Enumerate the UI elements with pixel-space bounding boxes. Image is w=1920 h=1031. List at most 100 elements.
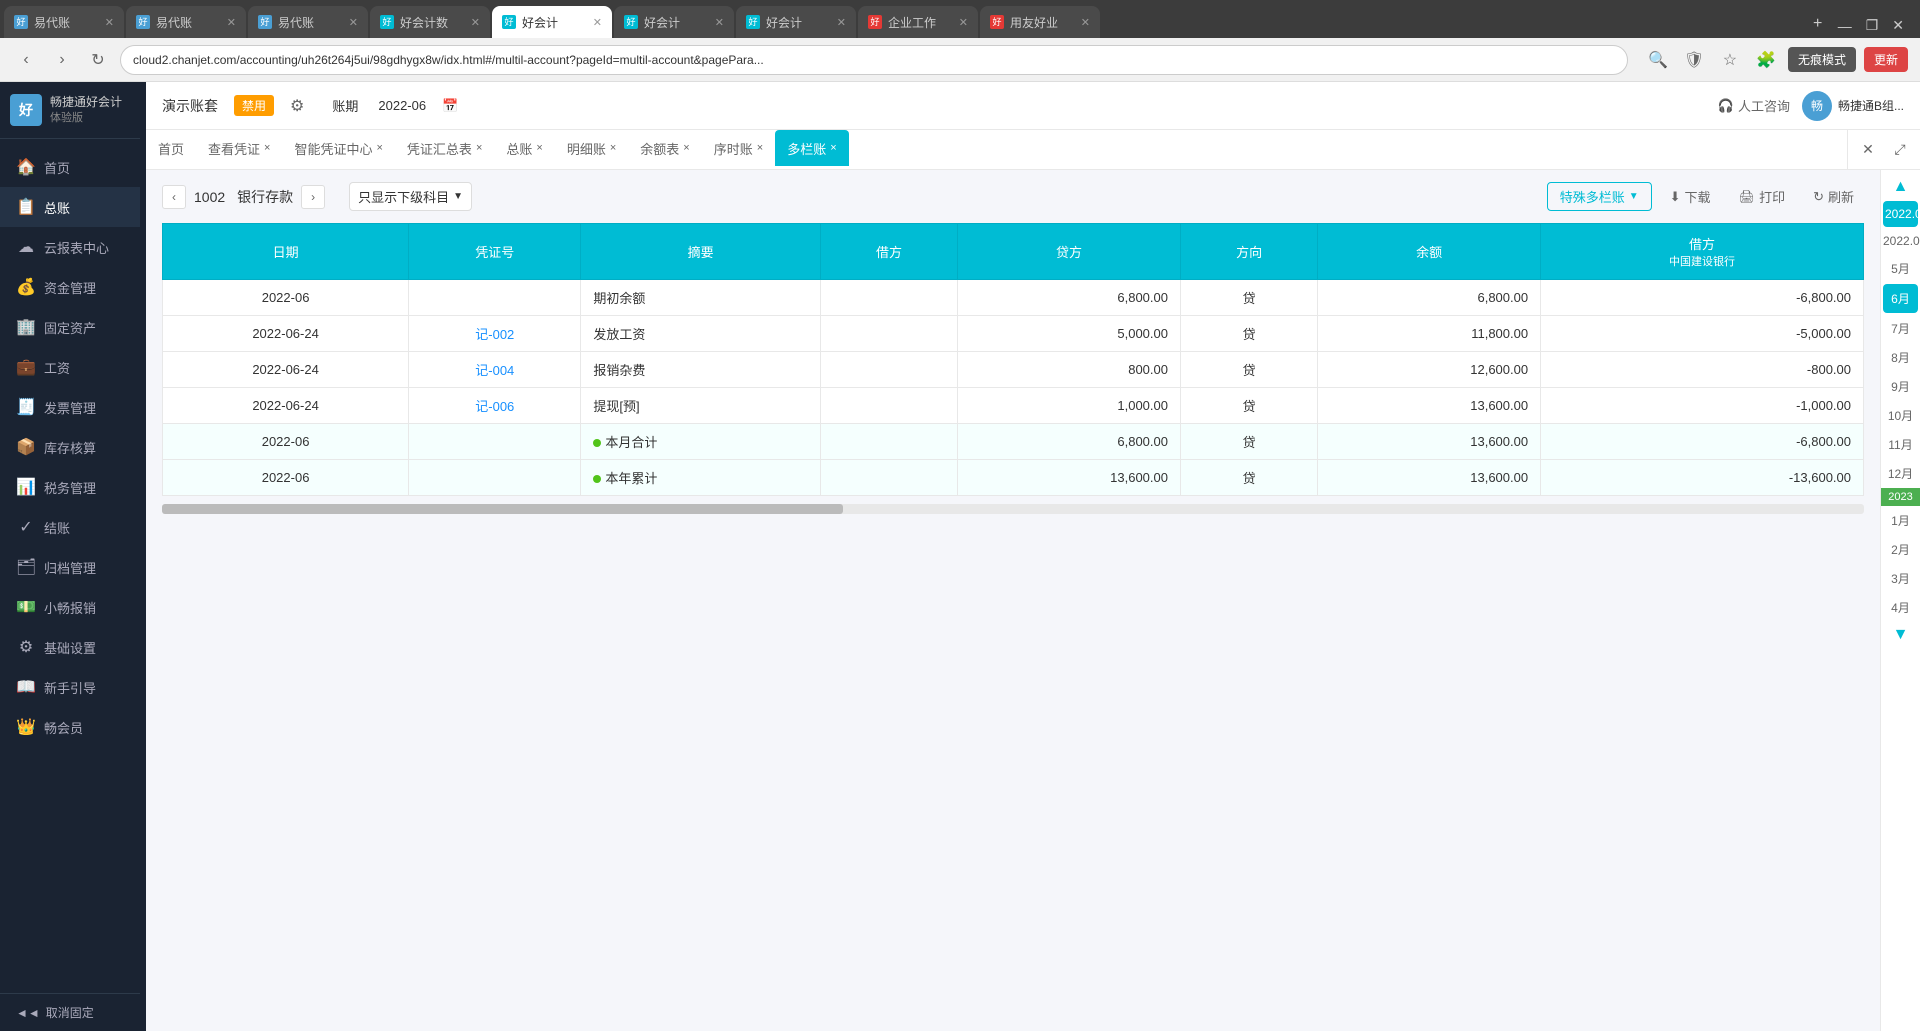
- tab-close-8[interactable]: ✕: [1081, 16, 1090, 29]
- tab-close-5[interactable]: ✕: [715, 16, 724, 29]
- refresh-button[interactable]: ↻ 刷新: [1803, 183, 1864, 210]
- consult-button[interactable]: 🎧 人工咨询: [1718, 96, 1790, 115]
- browser-tab-1[interactable]: 好 易代账 ✕: [126, 6, 246, 38]
- calendar-icon[interactable]: 📅: [442, 98, 458, 114]
- page-tab-0[interactable]: 首页: [146, 130, 196, 166]
- page-tab-7[interactable]: 序时账×: [702, 130, 775, 166]
- time-item-6[interactable]: 9月: [1881, 372, 1920, 401]
- restore-button[interactable]: ❐: [1862, 13, 1883, 38]
- scroll-thumb[interactable]: [162, 504, 843, 514]
- page-tab-8[interactable]: 多栏账×: [775, 130, 848, 166]
- time-item-13[interactable]: 3月: [1881, 564, 1920, 593]
- address-input[interactable]: [120, 45, 1628, 75]
- time-item-10[interactable]: 2023: [1881, 488, 1920, 506]
- expand-panel-button[interactable]: ⤢: [1886, 136, 1914, 164]
- sidebar-item-首页[interactable]: 🏠 首页: [0, 147, 140, 187]
- page-tab-6[interactable]: 余额表×: [628, 130, 701, 166]
- time-item-5[interactable]: 8月: [1881, 343, 1920, 372]
- voucher-link-1[interactable]: 记-002: [475, 327, 514, 342]
- shield-icon[interactable]: 🛡: [1680, 46, 1708, 74]
- page-tab-5[interactable]: 明细账×: [555, 130, 628, 166]
- sidebar-item-发票管理[interactable]: 🧾 发票管理: [0, 387, 140, 427]
- sidebar-item-资金管理[interactable]: 💰 资金管理: [0, 267, 140, 307]
- update-button[interactable]: 更新: [1864, 47, 1908, 72]
- voucher-link-2[interactable]: 记-004: [475, 363, 514, 378]
- time-item-4[interactable]: 7月: [1881, 314, 1920, 343]
- time-item-1[interactable]: 2022.06: [1881, 228, 1920, 254]
- tab-close-3[interactable]: ✕: [471, 16, 480, 29]
- time-item-2[interactable]: 5月: [1881, 254, 1920, 283]
- browser-tab-0[interactable]: 好 易代账 ✕: [4, 6, 124, 38]
- time-item-8[interactable]: 11月: [1881, 430, 1920, 459]
- settings-icon[interactable]: ⚙: [290, 96, 304, 116]
- sidebar-footer[interactable]: ◄◄ 取消固定: [0, 993, 140, 1031]
- sidebar-item-基础设置[interactable]: ⚙ 基础设置: [0, 627, 140, 667]
- browser-tab-7[interactable]: 好 企业工作 ✕: [858, 6, 978, 38]
- tab-close-1[interactable]: ✕: [227, 16, 236, 29]
- sidebar-item-小畅报销[interactable]: 💵 小畅报销: [0, 587, 140, 627]
- reload-button[interactable]: ↻: [84, 46, 112, 74]
- voucher-link-3[interactable]: 记-006: [475, 399, 514, 414]
- sidebar-item-库存核算[interactable]: 📦 库存核算: [0, 427, 140, 467]
- time-item-11[interactable]: 1月: [1881, 506, 1920, 535]
- page-tab-close-6[interactable]: ×: [683, 142, 689, 154]
- close-window-button[interactable]: ✕: [1888, 13, 1908, 38]
- tab-close-0[interactable]: ✕: [105, 16, 114, 29]
- special-multi-button[interactable]: 特殊多栏账 ▼: [1547, 182, 1652, 211]
- cell-r3-c1[interactable]: 记-006: [409, 388, 581, 424]
- tab-close-4[interactable]: ✕: [593, 16, 602, 29]
- time-item-3[interactable]: 6月: [1883, 284, 1918, 313]
- search-icon[interactable]: 🔍: [1644, 46, 1672, 74]
- sidebar-item-固定资产[interactable]: 🏢 固定资产: [0, 307, 140, 347]
- next-account-button[interactable]: ›: [301, 185, 325, 209]
- tab-close-2[interactable]: ✕: [349, 16, 358, 29]
- print-button[interactable]: 🖨 打印: [1729, 183, 1796, 210]
- bookmark-icon[interactable]: ☆: [1716, 46, 1744, 74]
- browser-tab-3[interactable]: 好 好会计数 ✕: [370, 6, 490, 38]
- time-item-14[interactable]: 4月: [1881, 593, 1920, 622]
- user-info[interactable]: 畅 畅捷通B组...: [1802, 91, 1904, 121]
- page-tab-close-2[interactable]: ×: [376, 142, 382, 154]
- time-scroll-down[interactable]: ▼: [1889, 622, 1913, 648]
- browser-tab-4[interactable]: 好 好会计 ✕: [492, 6, 612, 38]
- time-item-12[interactable]: 2月: [1881, 535, 1920, 564]
- tab-close-6[interactable]: ✕: [837, 16, 846, 29]
- page-tab-2[interactable]: 智能凭证中心×: [282, 130, 394, 166]
- sidebar-item-工资[interactable]: 💼 工资: [0, 347, 140, 387]
- download-button[interactable]: ⬇ 下载: [1660, 183, 1721, 210]
- sidebar-item-结账[interactable]: ✓ 结账: [0, 507, 140, 547]
- account-filter-dropdown[interactable]: 只显示下级科目 ▼: [349, 182, 472, 211]
- page-tab-3[interactable]: 凭证汇总表×: [395, 130, 494, 166]
- minimize-button[interactable]: —: [1834, 14, 1856, 38]
- browser-tab-2[interactable]: 好 易代账 ✕: [248, 6, 368, 38]
- time-item-0[interactable]: 2022.06: [1883, 201, 1918, 227]
- horizontal-scrollbar[interactable]: [162, 504, 1864, 514]
- sidebar-item-云报表中心[interactable]: ☁ 云报表中心: [0, 227, 140, 267]
- time-scroll-up[interactable]: ▲: [1889, 174, 1913, 200]
- cell-r1-c1[interactable]: 记-002: [409, 316, 581, 352]
- sidebar-item-新手引导[interactable]: 📖 新手引导: [0, 667, 140, 707]
- prev-account-button[interactable]: ‹: [162, 185, 186, 209]
- page-tab-close-3[interactable]: ×: [476, 142, 482, 154]
- time-item-7[interactable]: 10月: [1881, 401, 1920, 430]
- browser-tab-5[interactable]: 好 好会计 ✕: [614, 6, 734, 38]
- back-button[interactable]: ‹: [12, 46, 40, 74]
- pin-button[interactable]: ◄◄ 取消固定: [16, 1004, 124, 1021]
- new-tab-button[interactable]: +: [1804, 10, 1832, 38]
- page-tab-close-4[interactable]: ×: [536, 142, 542, 154]
- page-tab-close-5[interactable]: ×: [610, 142, 616, 154]
- cell-r2-c1[interactable]: 记-004: [409, 352, 581, 388]
- page-tab-close-7[interactable]: ×: [757, 142, 763, 154]
- sidebar-item-畅会员[interactable]: 👑 畅会员: [0, 707, 140, 747]
- page-tab-4[interactable]: 总账×: [494, 130, 554, 166]
- sidebar-item-归档管理[interactable]: 🗂 归档管理: [0, 547, 140, 587]
- sidebar-item-总账[interactable]: 📋 总账: [0, 187, 140, 227]
- forward-button[interactable]: ›: [48, 46, 76, 74]
- browser-tab-6[interactable]: 好 好会计 ✕: [736, 6, 856, 38]
- page-tab-close-8[interactable]: ×: [830, 142, 836, 154]
- time-item-9[interactable]: 12月: [1881, 459, 1920, 488]
- page-tab-close-1[interactable]: ×: [264, 142, 270, 154]
- close-panel-button[interactable]: ✕: [1854, 136, 1882, 164]
- page-tab-1[interactable]: 查看凭证×: [196, 130, 282, 166]
- no-trace-button[interactable]: 无痕模式: [1788, 47, 1856, 72]
